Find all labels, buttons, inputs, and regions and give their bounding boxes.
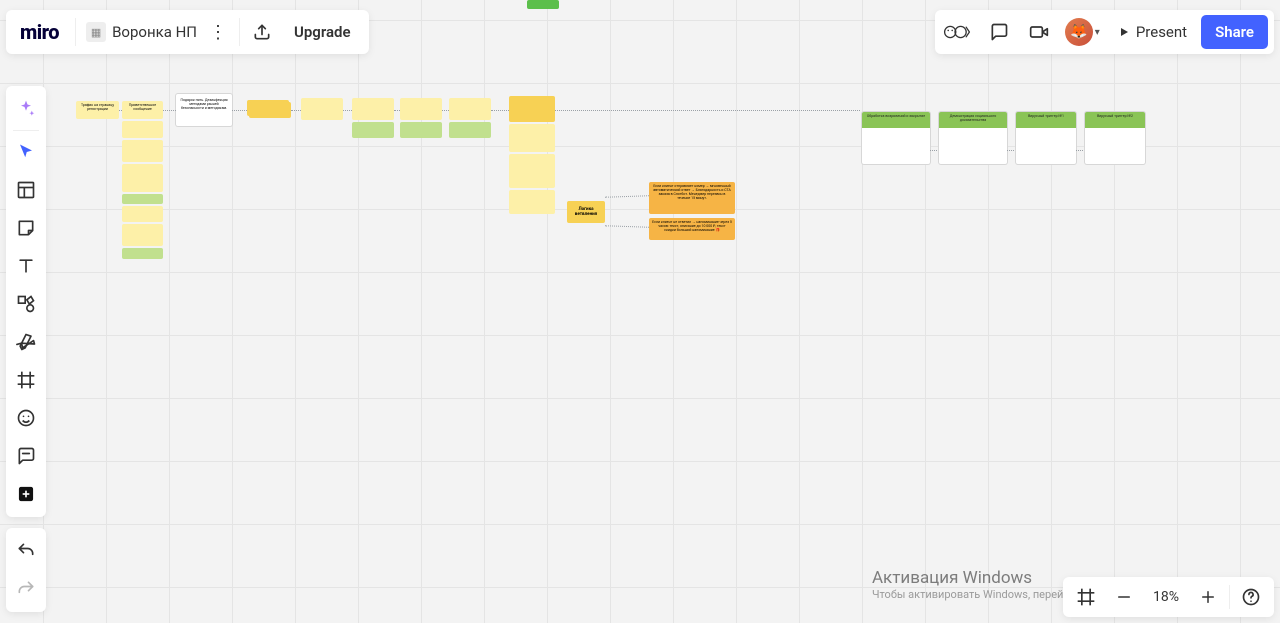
connector bbox=[605, 195, 649, 198]
canvas-node[interactable] bbox=[122, 164, 163, 192]
canvas-node[interactable] bbox=[400, 98, 442, 120]
top-right-bar: 🦊 ▾ Present Share bbox=[935, 10, 1274, 54]
upgrade-button[interactable]: Upgrade bbox=[284, 17, 361, 47]
card-right-2[interactable]: Вирусный триггер №1 "Платим за рекоменда… bbox=[1016, 112, 1076, 164]
connector bbox=[232, 110, 247, 111]
reactions-icon[interactable] bbox=[941, 14, 977, 50]
undo-icon[interactable] bbox=[9, 534, 43, 568]
board-menu-kebab-icon[interactable]: ⋮ bbox=[207, 22, 229, 43]
templates-tool-icon[interactable] bbox=[9, 173, 43, 207]
sticky-note-tool-icon[interactable] bbox=[9, 211, 43, 245]
card-right-1[interactable]: Демонстрация социального доказательства … bbox=[939, 112, 1007, 164]
node-welcome-header[interactable]: Приветственное сообщение bbox=[122, 101, 163, 119]
ai-sparkle-icon[interactable] bbox=[9, 92, 43, 126]
zoom-percent[interactable]: 18% bbox=[1145, 589, 1187, 605]
card-title: Вирусный триггер №2 bbox=[1085, 112, 1145, 128]
canvas-node[interactable] bbox=[122, 140, 163, 162]
left-toolbar bbox=[6, 86, 46, 517]
zoom-bar: 18% bbox=[1063, 577, 1274, 617]
node-traffic-header[interactable]: Трафик на страницу регистрации bbox=[76, 101, 119, 119]
connector bbox=[1076, 150, 1085, 151]
zoom-in-icon[interactable] bbox=[1191, 580, 1225, 614]
connector bbox=[394, 110, 400, 111]
connector bbox=[930, 150, 939, 151]
connector bbox=[442, 110, 449, 111]
card-title: Обработка возражений и закрытие bbox=[862, 112, 930, 128]
canvas-node[interactable] bbox=[122, 194, 163, 204]
node-orange-top[interactable]: Если клиент отправляет номер → мгновенны… bbox=[649, 182, 735, 214]
canvas-node[interactable] bbox=[509, 154, 555, 188]
pen-tool-icon[interactable] bbox=[9, 325, 43, 359]
board-title: Воронка НП bbox=[112, 23, 197, 41]
emoji-tool-icon[interactable] bbox=[9, 401, 43, 435]
connector bbox=[555, 110, 860, 111]
canvas-node[interactable] bbox=[449, 98, 491, 120]
present-label: Present bbox=[1136, 23, 1187, 41]
canvas-node[interactable] bbox=[122, 248, 163, 259]
connector bbox=[605, 225, 649, 228]
redo-icon[interactable] bbox=[9, 572, 43, 606]
card-right-3[interactable]: Вирусный триггер №2 "Платим за рекоменда… bbox=[1085, 112, 1145, 164]
divider bbox=[75, 18, 76, 46]
canvas-node[interactable] bbox=[249, 102, 291, 118]
video-icon[interactable] bbox=[1021, 14, 1057, 50]
node-orange-bottom[interactable]: Если клиент не ответил → напоминание чер… bbox=[649, 218, 735, 240]
shapes-tool-icon[interactable] bbox=[9, 287, 43, 321]
share-button[interactable]: Share bbox=[1201, 15, 1268, 49]
canvas-node[interactable] bbox=[122, 121, 163, 138]
left-toolbar-history bbox=[6, 528, 46, 612]
zoom-out-icon[interactable] bbox=[1107, 580, 1141, 614]
connector bbox=[291, 110, 301, 111]
card-right-0[interactable]: Обработка возражений и закрытие Тело соо… bbox=[862, 112, 930, 164]
canvas-node[interactable] bbox=[122, 224, 163, 246]
canvas-node[interactable] bbox=[509, 124, 555, 152]
canvas-node[interactable] bbox=[449, 122, 491, 138]
connector bbox=[163, 110, 176, 111]
canvas-node[interactable] bbox=[527, 0, 559, 9]
present-button[interactable]: Present bbox=[1108, 23, 1197, 41]
divider bbox=[1229, 585, 1230, 609]
canvas-node[interactable] bbox=[400, 122, 442, 138]
select-tool-icon[interactable] bbox=[9, 135, 43, 169]
canvas-node[interactable] bbox=[301, 98, 343, 120]
chevron-down-icon: ▾ bbox=[1095, 27, 1100, 38]
card-title: Демонстрация социального доказательства bbox=[939, 112, 1007, 128]
miro-logo[interactable]: miro bbox=[14, 20, 65, 44]
canvas-node[interactable] bbox=[122, 206, 163, 222]
divider bbox=[239, 18, 240, 46]
divider bbox=[13, 130, 39, 131]
canvas-node[interactable] bbox=[352, 122, 394, 138]
help-icon[interactable] bbox=[1234, 580, 1268, 614]
canvas-node[interactable] bbox=[509, 190, 555, 214]
comment-tool-icon[interactable] bbox=[9, 439, 43, 473]
card-title: Вирусный триггер №1 bbox=[1016, 112, 1076, 128]
frame-tool-icon[interactable] bbox=[9, 363, 43, 397]
board-title-button[interactable]: ▦ Воронка НП bbox=[86, 22, 197, 42]
more-tools-icon[interactable] bbox=[9, 477, 43, 511]
fit-to-screen-icon[interactable] bbox=[1069, 580, 1103, 614]
avatar-icon: 🦊 bbox=[1065, 18, 1093, 46]
connector bbox=[1007, 150, 1016, 151]
top-bar: miro ▦ Воронка НП ⋮ Upgrade bbox=[6, 10, 369, 54]
avatar-menu[interactable]: 🦊 ▾ bbox=[1061, 18, 1104, 46]
canvas-node[interactable] bbox=[352, 98, 394, 120]
node-logic[interactable]: Логика ветвления bbox=[567, 201, 605, 223]
board-canvas[interactable]: Трафик на страницу регистрации Приветств… bbox=[0, 0, 1280, 623]
node-whitebox[interactable]: Подарок пять. Дезинфекция методами ранне… bbox=[176, 94, 232, 126]
board-thumbnail-icon: ▦ bbox=[86, 22, 106, 42]
connector bbox=[491, 110, 509, 111]
export-icon[interactable] bbox=[250, 20, 274, 44]
text-tool-icon[interactable] bbox=[9, 249, 43, 283]
connector bbox=[343, 110, 352, 111]
comments-icon[interactable] bbox=[981, 14, 1017, 50]
canvas-node[interactable] bbox=[509, 96, 555, 122]
connector bbox=[119, 110, 122, 111]
